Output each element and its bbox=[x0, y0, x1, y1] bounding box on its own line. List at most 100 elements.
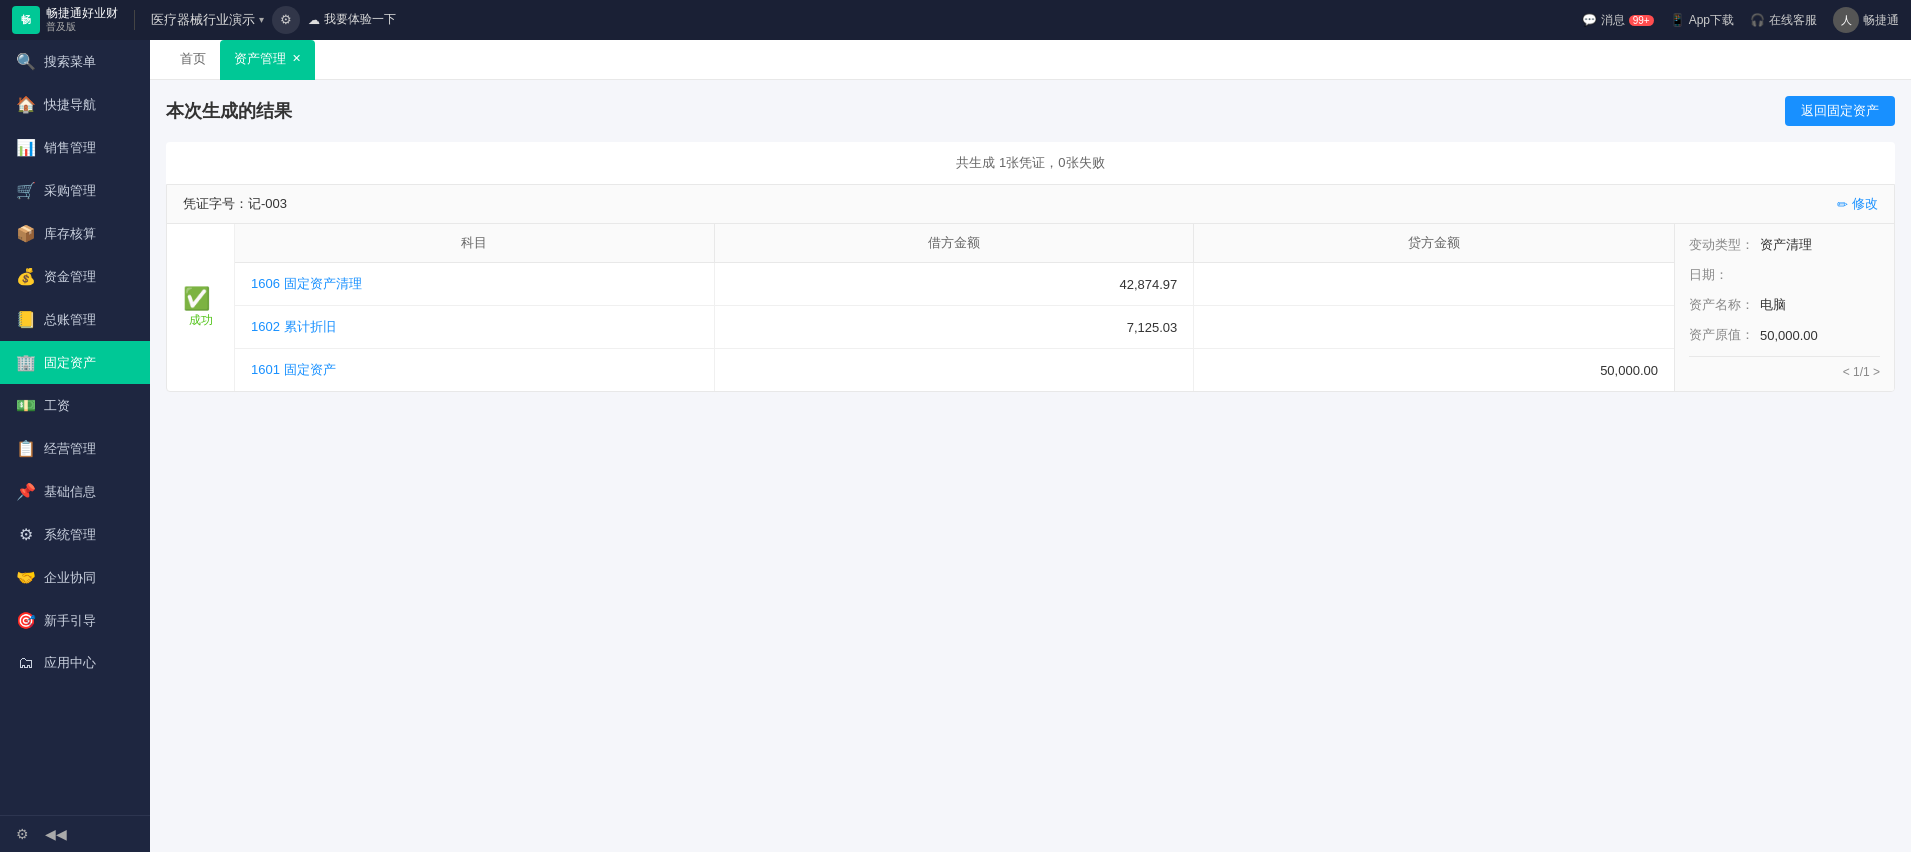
success-label: 成功 bbox=[189, 312, 213, 329]
sidebar-item-payroll[interactable]: 💵 工资 bbox=[0, 384, 150, 427]
sidebar-item-appstore[interactable]: 🗂 应用中心 bbox=[0, 642, 150, 684]
message-icon: 💬 bbox=[1582, 13, 1597, 27]
sidebar-item-finance[interactable]: 💰 资金管理 bbox=[0, 255, 150, 298]
success-icon: ✅ bbox=[183, 286, 210, 312]
content-area: 首页 资产管理 ✕ 本次生成的结果 返回固定资产 共生成 1张凭证，0张失败 bbox=[150, 40, 1911, 852]
col-header-credit: 贷方金额 bbox=[1194, 224, 1674, 262]
cell-credit-2 bbox=[1194, 306, 1674, 348]
sidebar-item-ledger[interactable]: 📒 总账管理 bbox=[0, 298, 150, 341]
collapse-sidebar-icon[interactable]: ◀◀ bbox=[45, 826, 67, 842]
edit-button[interactable]: ✏ 修改 bbox=[1837, 195, 1878, 213]
sidebar-item-system[interactable]: ⚙ 系统管理 bbox=[0, 513, 150, 556]
table-header: 科目 借方金额 贷方金额 bbox=[235, 224, 1674, 263]
voucher-body: ✅ 成功 科目 借方金额 贷方金额 1606 固定资产清理 bbox=[167, 224, 1894, 391]
sidebar-item-operations[interactable]: 📋 经营管理 bbox=[0, 427, 150, 470]
gear-icon: ⚙ bbox=[280, 12, 292, 27]
chart-icon: 📊 bbox=[16, 138, 36, 157]
tab-bar: 首页 资产管理 ✕ bbox=[150, 40, 1911, 80]
cell-debit-2: 7,125.03 bbox=[715, 306, 1195, 348]
cart-icon: 🛒 bbox=[16, 181, 36, 200]
money-icon: 💰 bbox=[16, 267, 36, 286]
voucher-table: 科目 借方金额 贷方金额 1606 固定资产清理 42,874.97 bbox=[235, 224, 1674, 391]
sidebar-item-purchase[interactable]: 🛒 采购管理 bbox=[0, 169, 150, 212]
header-right: 💬 消息 99+ 📱 App下载 🎧 在线客服 人 畅捷通 bbox=[1582, 7, 1899, 33]
sidebar-bottom: ⚙ ◀◀ bbox=[0, 815, 150, 852]
voucher-block: 凭证字号：记-003 ✏ 修改 ✅ 成功 bbox=[166, 184, 1895, 392]
sidebar-item-inventory[interactable]: 📦 库存核算 bbox=[0, 212, 150, 255]
search-icon: 🔍 bbox=[16, 52, 36, 71]
cell-debit-3 bbox=[715, 349, 1195, 391]
cloud-icon: ☁ bbox=[308, 13, 320, 27]
system-icon: ⚙ bbox=[16, 525, 36, 544]
voucher-number: 凭证字号：记-003 bbox=[183, 195, 287, 213]
sidebar-item-sales[interactable]: 📊 销售管理 bbox=[0, 126, 150, 169]
summary-bar: 共生成 1张凭证，0张失败 bbox=[166, 142, 1895, 184]
status-column: ✅ 成功 bbox=[167, 224, 235, 391]
table-row: 1602 累计折旧 7,125.03 bbox=[235, 306, 1674, 349]
sidebar-item-quicknav[interactable]: 🏠 快捷导航 bbox=[0, 83, 150, 126]
app-icon: 🗂 bbox=[16, 654, 36, 672]
cell-debit-1: 42,874.97 bbox=[715, 263, 1195, 305]
cell-account-2: 1602 累计折旧 bbox=[235, 306, 715, 348]
result-header: 本次生成的结果 返回固定资产 bbox=[166, 96, 1895, 126]
edit-icon: ✏ bbox=[1837, 197, 1848, 212]
info-change-type: 变动类型： 资产清理 bbox=[1689, 236, 1880, 254]
online-support-button[interactable]: 🎧 在线客服 bbox=[1750, 12, 1817, 29]
payroll-icon: 💵 bbox=[16, 396, 36, 415]
message-button[interactable]: 💬 消息 99+ bbox=[1582, 12, 1654, 29]
cell-account-3: 1601 固定资产 bbox=[235, 349, 715, 391]
table-row: 1601 固定资产 50,000.00 bbox=[235, 349, 1674, 391]
company-name: 医疗器械行业演示 bbox=[151, 11, 255, 29]
ledger-icon: 📒 bbox=[16, 310, 36, 329]
account-link-1[interactable]: 1606 固定资产清理 bbox=[251, 275, 362, 293]
top-header: 畅 畅捷通好业财 普及版 医疗器械行业演示 ▾ ⚙ ☁ 我要体验一下 💬 消息 … bbox=[0, 0, 1911, 40]
table-row: 1606 固定资产清理 42,874.97 bbox=[235, 263, 1674, 306]
target-icon: 🎯 bbox=[16, 611, 36, 630]
cell-credit-3: 50,000.00 bbox=[1194, 349, 1674, 391]
pin-icon: 📌 bbox=[16, 482, 36, 501]
home-icon: 🏠 bbox=[16, 95, 36, 114]
avatar: 人 bbox=[1833, 7, 1859, 33]
headset-icon: 🎧 bbox=[1750, 13, 1765, 27]
page-content: 本次生成的结果 返回固定资产 共生成 1张凭证，0张失败 凭证字号：记-003 … bbox=[150, 80, 1911, 852]
logo-sub: 普及版 bbox=[46, 20, 118, 34]
sidebar-item-guide[interactable]: 🎯 新手引导 bbox=[0, 599, 150, 642]
side-info-panel: 变动类型： 资产清理 日期： 资产名称： 电脑 资产原值： bbox=[1674, 224, 1894, 391]
user-menu[interactable]: 人 畅捷通 bbox=[1833, 7, 1899, 33]
tab-home[interactable]: 首页 bbox=[166, 40, 220, 80]
col-header-account: 科目 bbox=[235, 224, 715, 262]
account-link-2[interactable]: 1602 累计折旧 bbox=[251, 318, 336, 336]
return-button[interactable]: 返回固定资产 bbox=[1785, 96, 1895, 126]
sidebar-item-basics[interactable]: 📌 基础信息 bbox=[0, 470, 150, 513]
cell-account-1: 1606 固定资产清理 bbox=[235, 263, 715, 305]
bottom-settings-icon[interactable]: ⚙ bbox=[16, 826, 29, 842]
sidebar: 🔍 搜索菜单 🏠 快捷导航 📊 销售管理 🛒 采购管理 📦 库存核算 💰 资金管… bbox=[0, 40, 150, 852]
building-icon: 🏢 bbox=[16, 353, 36, 372]
message-badge: 99+ bbox=[1629, 15, 1654, 26]
summary-text: 共生成 1张凭证，0张失败 bbox=[956, 155, 1104, 170]
account-link-3[interactable]: 1601 固定资产 bbox=[251, 361, 336, 379]
pagination[interactable]: < 1/1 > bbox=[1689, 356, 1880, 379]
logo-area: 畅 畅捷通好业财 普及版 bbox=[12, 6, 118, 34]
page-title: 本次生成的结果 bbox=[166, 99, 292, 123]
header-divider bbox=[134, 10, 135, 30]
sidebar-item-fixed-assets[interactable]: 🏢 固定资产 bbox=[0, 341, 150, 384]
box-icon: 📦 bbox=[16, 224, 36, 243]
col-header-debit: 借方金额 bbox=[715, 224, 1195, 262]
sidebar-item-enterprise[interactable]: 🤝 企业协同 bbox=[0, 556, 150, 599]
tab-close-icon[interactable]: ✕ bbox=[292, 52, 301, 65]
clipboard-icon: 📋 bbox=[16, 439, 36, 458]
voucher-header: 凭证字号：记-003 ✏ 修改 bbox=[167, 185, 1894, 224]
settings-icon-button[interactable]: ⚙ bbox=[272, 6, 300, 34]
header-left: 畅 畅捷通好业财 普及版 医疗器械行业演示 ▾ ⚙ ☁ 我要体验一下 bbox=[12, 6, 396, 34]
cell-credit-1 bbox=[1194, 263, 1674, 305]
tab-asset-mgmt[interactable]: 资产管理 ✕ bbox=[220, 40, 315, 80]
sidebar-item-search[interactable]: 🔍 搜索菜单 bbox=[0, 40, 150, 83]
app-download-button[interactable]: 📱 App下载 bbox=[1670, 12, 1734, 29]
main-layout: 🔍 搜索菜单 🏠 快捷导航 📊 销售管理 🛒 采购管理 📦 库存核算 💰 资金管… bbox=[0, 40, 1911, 852]
logo-icon: 畅 bbox=[12, 6, 40, 34]
experience-button[interactable]: ☁ 我要体验一下 bbox=[308, 11, 396, 28]
logo-text: 畅捷通好业财 bbox=[46, 6, 118, 20]
company-selector[interactable]: 医疗器械行业演示 ▾ bbox=[151, 11, 264, 29]
chevron-down-icon: ▾ bbox=[259, 14, 264, 25]
